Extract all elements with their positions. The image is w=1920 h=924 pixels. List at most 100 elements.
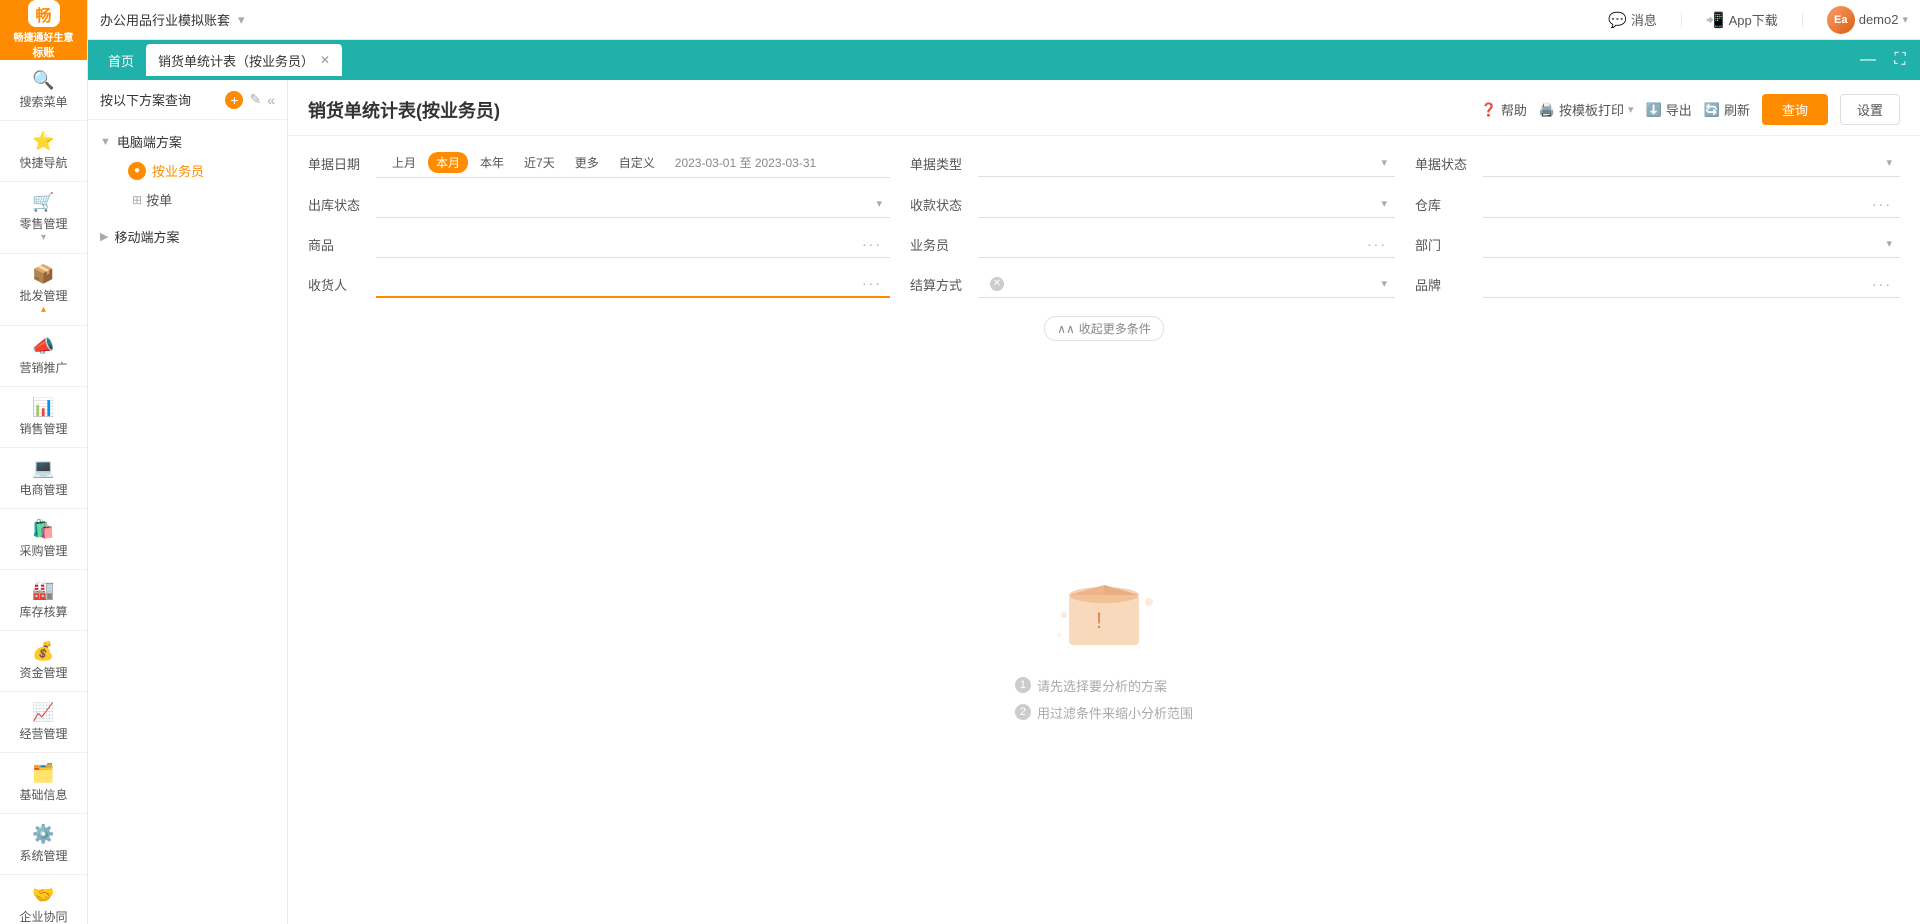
sidebar-item-retail[interactable]: 🛒 零售管理 ▾ bbox=[0, 182, 87, 254]
edit-scheme-icon[interactable]: ✎ bbox=[249, 91, 261, 108]
salesman-label: 业务员 bbox=[910, 235, 978, 254]
refresh-btn[interactable]: 🔄 刷新 bbox=[1704, 100, 1750, 119]
date-tabs: 上月 本月 本年 近7天 更多 自定义 2023-03-01 至 2023-03… bbox=[384, 152, 816, 173]
desktop-scheme-label: 电脑端方案 bbox=[117, 132, 182, 151]
desktop-scheme-header[interactable]: ▼ 电脑端方案 bbox=[100, 128, 275, 155]
user-name: demo2 bbox=[1859, 12, 1899, 27]
user-profile[interactable]: Ea demo2 ▾ bbox=[1827, 6, 1908, 34]
filter-date: 单据日期 上月 本月 本年 近7天 更多 自定义 2023 bbox=[308, 148, 890, 178]
message-label: 消息 bbox=[1631, 10, 1657, 29]
sidebar-item-label: 资金管理 bbox=[19, 664, 67, 681]
sidebar-item-stock[interactable]: 🏭 库存核算 bbox=[0, 570, 87, 631]
sidebar-item-purchase[interactable]: 🛍️ 采购管理 bbox=[0, 509, 87, 570]
goods-control[interactable]: ··· bbox=[376, 230, 890, 258]
brand-dots-icon: ··· bbox=[1872, 276, 1892, 292]
tab-close-icon[interactable]: ✕ bbox=[320, 53, 330, 67]
export-btn[interactable]: ⬇️ 导出 bbox=[1646, 100, 1692, 119]
tip-num-2: 2 bbox=[1015, 704, 1031, 720]
app-download-btn[interactable]: 📲 App下载 bbox=[1706, 10, 1778, 29]
settlement-control[interactable]: ✕ ▾ bbox=[978, 270, 1395, 298]
date-range-text: 2023-03-01 至 2023-03-31 bbox=[675, 154, 816, 171]
empty-state: ! 1 请先选择要分析的方案 2 用过滤条件来缩小分析范围 bbox=[288, 365, 1920, 924]
filter-row-1: 单据日期 上月 本月 本年 近7天 更多 自定义 2023 bbox=[308, 148, 1900, 178]
sidebar-item-finance[interactable]: 💰 资金管理 bbox=[0, 631, 87, 692]
doctype-label: 单据类型 bbox=[910, 154, 978, 173]
date-control[interactable]: 上月 本月 本年 近7天 更多 自定义 2023-03-01 至 2023-03… bbox=[376, 148, 890, 178]
settings-button[interactable]: 设置 bbox=[1840, 94, 1900, 125]
sidebar-item-basic[interactable]: 🗂️ 基础信息 bbox=[0, 753, 87, 814]
user-dropdown-icon: ▾ bbox=[1902, 13, 1908, 26]
breadcrumb-dropdown-icon[interactable]: ▾ bbox=[238, 12, 245, 28]
help-btn[interactable]: ❓ 帮助 bbox=[1481, 100, 1527, 119]
sidebar-item-label: 企业协同 bbox=[19, 908, 67, 924]
date-tab-thismonth[interactable]: 本月 bbox=[428, 152, 468, 173]
sidebar-item-wholesale[interactable]: 📦 批发管理 ▴ bbox=[0, 254, 87, 326]
retail-expand-icon: ▾ bbox=[41, 232, 46, 243]
add-scheme-icon[interactable]: + bbox=[225, 91, 243, 109]
logo-icon: 畅 bbox=[28, 0, 60, 27]
page-title: 销货单统计表(按业务员) bbox=[308, 97, 500, 123]
sidebar-item-ecom[interactable]: 💻 电商管理 bbox=[0, 448, 87, 509]
filter-row-2: 出库状态 ▾ 收款状态 ▾ 仓库 bbox=[308, 190, 1900, 218]
retail-icon: 🛒 bbox=[32, 192, 54, 213]
filter-dept: 部门 ▾ bbox=[1415, 230, 1900, 258]
scheme-dot-icon: ● bbox=[134, 165, 140, 176]
date-tab-lastmonth[interactable]: 上月 bbox=[384, 152, 424, 173]
sidebar-item-system[interactable]: ⚙️ 系统管理 bbox=[0, 814, 87, 875]
consignee-control[interactable]: ··· bbox=[376, 270, 890, 298]
filter-brand: 品牌 ··· bbox=[1415, 270, 1900, 298]
dept-control[interactable]: ▾ bbox=[1483, 230, 1900, 258]
tab-home-label: 首页 bbox=[108, 51, 134, 70]
date-tab-more[interactable]: 更多 bbox=[567, 152, 607, 173]
help-label: 帮助 bbox=[1501, 100, 1527, 119]
settlement-clear-icon[interactable]: ✕ bbox=[990, 277, 1004, 291]
date-tab-7days[interactable]: 近7天 bbox=[516, 152, 563, 173]
marketing-icon: 📣 bbox=[32, 336, 54, 357]
dept-dropdown-icon: ▾ bbox=[1886, 237, 1892, 250]
empty-tips: 1 请先选择要分析的方案 2 用过滤条件来缩小分析范围 bbox=[1015, 676, 1193, 730]
settlement-tag: ✕ bbox=[986, 277, 1004, 291]
sidebar-item-quick[interactable]: ⭐ 快捷导航 bbox=[0, 121, 87, 182]
sidebar-item-sales[interactable]: 📊 销售管理 bbox=[0, 387, 87, 448]
sidebar-item-label: 经营管理 bbox=[19, 725, 67, 742]
docstatus-control[interactable]: ▾ bbox=[1483, 149, 1900, 177]
breadcrumb-text: 办公用品行业模拟账套 bbox=[100, 10, 230, 29]
docstatus-dropdown-icon: ▾ bbox=[1886, 156, 1892, 169]
date-tab-custom[interactable]: 自定义 bbox=[611, 152, 663, 173]
collapse-panel-icon[interactable]: « bbox=[267, 92, 275, 108]
sidebar-item-label: 基础信息 bbox=[19, 786, 67, 803]
filter-warehouse: 仓库 ··· bbox=[1415, 190, 1900, 218]
mobile-scheme-label: 移动端方案 bbox=[114, 227, 179, 246]
tip-text-1: 请先选择要分析的方案 bbox=[1037, 676, 1167, 695]
tab-home[interactable]: 首页 bbox=[96, 44, 146, 76]
outstatus-control[interactable]: ▾ bbox=[376, 190, 890, 218]
doctype-dropdown-icon: ▾ bbox=[1381, 156, 1387, 169]
tab-minimize-btn[interactable]: — bbox=[1856, 48, 1880, 72]
date-tab-thisyear[interactable]: 本年 bbox=[472, 152, 512, 173]
scheme-item-salesman[interactable]: ● 按业务员 bbox=[100, 155, 275, 186]
outstatus-label: 出库状态 bbox=[308, 195, 376, 214]
tab-report[interactable]: 销货单统计表（按业务员） ✕ bbox=[146, 44, 342, 76]
query-button[interactable]: 查询 bbox=[1762, 94, 1828, 125]
collectstatus-label: 收款状态 bbox=[910, 195, 978, 214]
topbar: 办公用品行业模拟账套 ▾ 💬 消息 📲 App下载 Ea demo2 ▾ bbox=[88, 0, 1920, 40]
collectstatus-control[interactable]: ▾ bbox=[978, 190, 1395, 218]
sidebar-item-corp[interactable]: 🤝 企业协同 bbox=[0, 875, 87, 924]
collapse-btn[interactable]: ∧∧ 收起更多条件 bbox=[1044, 316, 1164, 341]
brand-control[interactable]: ··· bbox=[1483, 270, 1900, 298]
sidebar-item-label: 零售管理 bbox=[19, 215, 67, 232]
tab-expand-btn[interactable]: ⛶ bbox=[1888, 48, 1912, 72]
doctype-control[interactable]: ▾ bbox=[978, 149, 1395, 177]
sidebar-item-marketing[interactable]: 📣 营销推广 bbox=[0, 326, 87, 387]
salesman-control[interactable]: ··· bbox=[978, 230, 1395, 258]
warehouse-control[interactable]: ··· bbox=[1483, 190, 1900, 218]
mobile-scheme-group[interactable]: ▶ 移动端方案 bbox=[88, 221, 287, 252]
sidebar-item-label: 营销推广 bbox=[19, 359, 67, 376]
scheme-sub-order[interactable]: ⊞ 按单 bbox=[100, 186, 275, 213]
message-btn[interactable]: 💬 消息 bbox=[1608, 10, 1657, 29]
print-btn[interactable]: 🖨️ 按模板打印 ▾ bbox=[1539, 100, 1634, 119]
sidebar-item-search[interactable]: 🔍 搜索菜单 bbox=[0, 60, 87, 121]
basic-icon: 🗂️ bbox=[32, 763, 54, 784]
sidebar-item-operation[interactable]: 📈 经营管理 bbox=[0, 692, 87, 753]
sales-icon: 📊 bbox=[32, 397, 54, 418]
